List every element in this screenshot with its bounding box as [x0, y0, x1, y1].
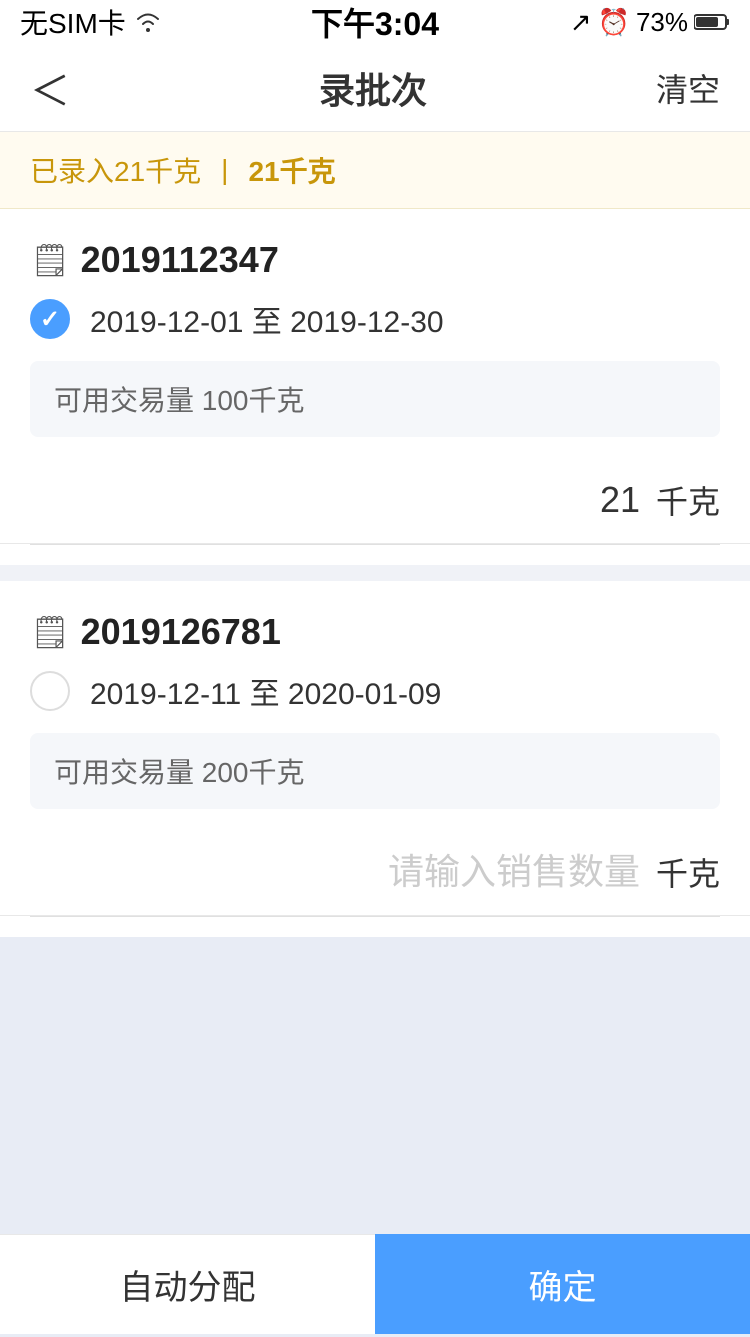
confirm-button[interactable]: 确定 [375, 1234, 750, 1334]
batch-id-row-1: 🗒 2019112347 [30, 239, 720, 281]
auto-distribute-button[interactable]: 自动分配 [0, 1234, 375, 1334]
alarm-icon: ⏰ [598, 7, 630, 38]
batch-unit-1: 千克 [656, 477, 720, 523]
batch-id-1: 2019112347 [81, 239, 279, 281]
page-title: 录批次 [319, 62, 427, 114]
clear-button[interactable]: 清空 [656, 65, 720, 111]
batch-input-2[interactable] [30, 851, 640, 893]
status-carrier: 无SIM卡 [20, 2, 162, 42]
batch-input-row-2: 千克 [0, 829, 750, 916]
batch-card-2: 🗒 2019126781 2019-12-11 至 2020-01-09 可用交… [0, 581, 750, 937]
banner-divider: | [221, 154, 228, 186]
wifi-icon [134, 11, 162, 33]
recorded-label: 已录入21千克 [30, 150, 201, 190]
nav-bar: ＜ 录批次 清空 [0, 44, 750, 132]
doc-icon-2: 🗒 [30, 613, 71, 651]
batch-date-row-1[interactable]: 2019-12-01 至 2019-12-30 [30, 297, 720, 341]
recorded-value: 21千克 [248, 150, 335, 190]
batch-radio-1[interactable] [30, 299, 70, 339]
batch-qty-1: 可用交易量 100千克 [30, 361, 720, 437]
batch-input-row-1: 21 千克 [0, 457, 750, 544]
status-indicators: ↗ ⏰ 73% [570, 7, 730, 38]
info-banner: 已录入21千克 | 21千克 [0, 132, 750, 209]
batch-qty-2: 可用交易量 200千克 [30, 733, 720, 809]
status-bar: 无SIM卡 下午3:04 ↗ ⏰ 73% [0, 0, 750, 44]
location-icon: ↗ [570, 7, 592, 38]
batch-id-2: 2019126781 [81, 611, 281, 653]
back-button[interactable]: ＜ [30, 59, 90, 117]
bottom-bar: 自动分配 确定 [0, 1234, 750, 1334]
battery-text: 73% [636, 7, 688, 38]
batch-radio-2[interactable] [30, 671, 70, 711]
batch-card-1: 🗒 2019112347 2019-12-01 至 2019-12-30 可用交… [0, 209, 750, 565]
doc-icon-1: 🗒 [30, 241, 71, 279]
batch-id-row-2: 🗒 2019126781 [30, 611, 720, 653]
card-spacer [0, 565, 750, 581]
battery-icon [694, 13, 730, 31]
batch-value-1: 21 [600, 479, 640, 521]
batch-date-row-2[interactable]: 2019-12-11 至 2020-01-09 [30, 669, 720, 713]
status-time: 下午3:04 [311, 0, 439, 45]
input-underline-2 [30, 916, 720, 917]
batch-date-2: 2019-12-11 至 2020-01-09 [90, 669, 441, 713]
input-underline-1 [30, 544, 720, 545]
carrier-text: 无SIM卡 [20, 2, 126, 42]
batch-unit-2: 千克 [656, 849, 720, 895]
batch-date-1: 2019-12-01 至 2019-12-30 [90, 297, 444, 341]
